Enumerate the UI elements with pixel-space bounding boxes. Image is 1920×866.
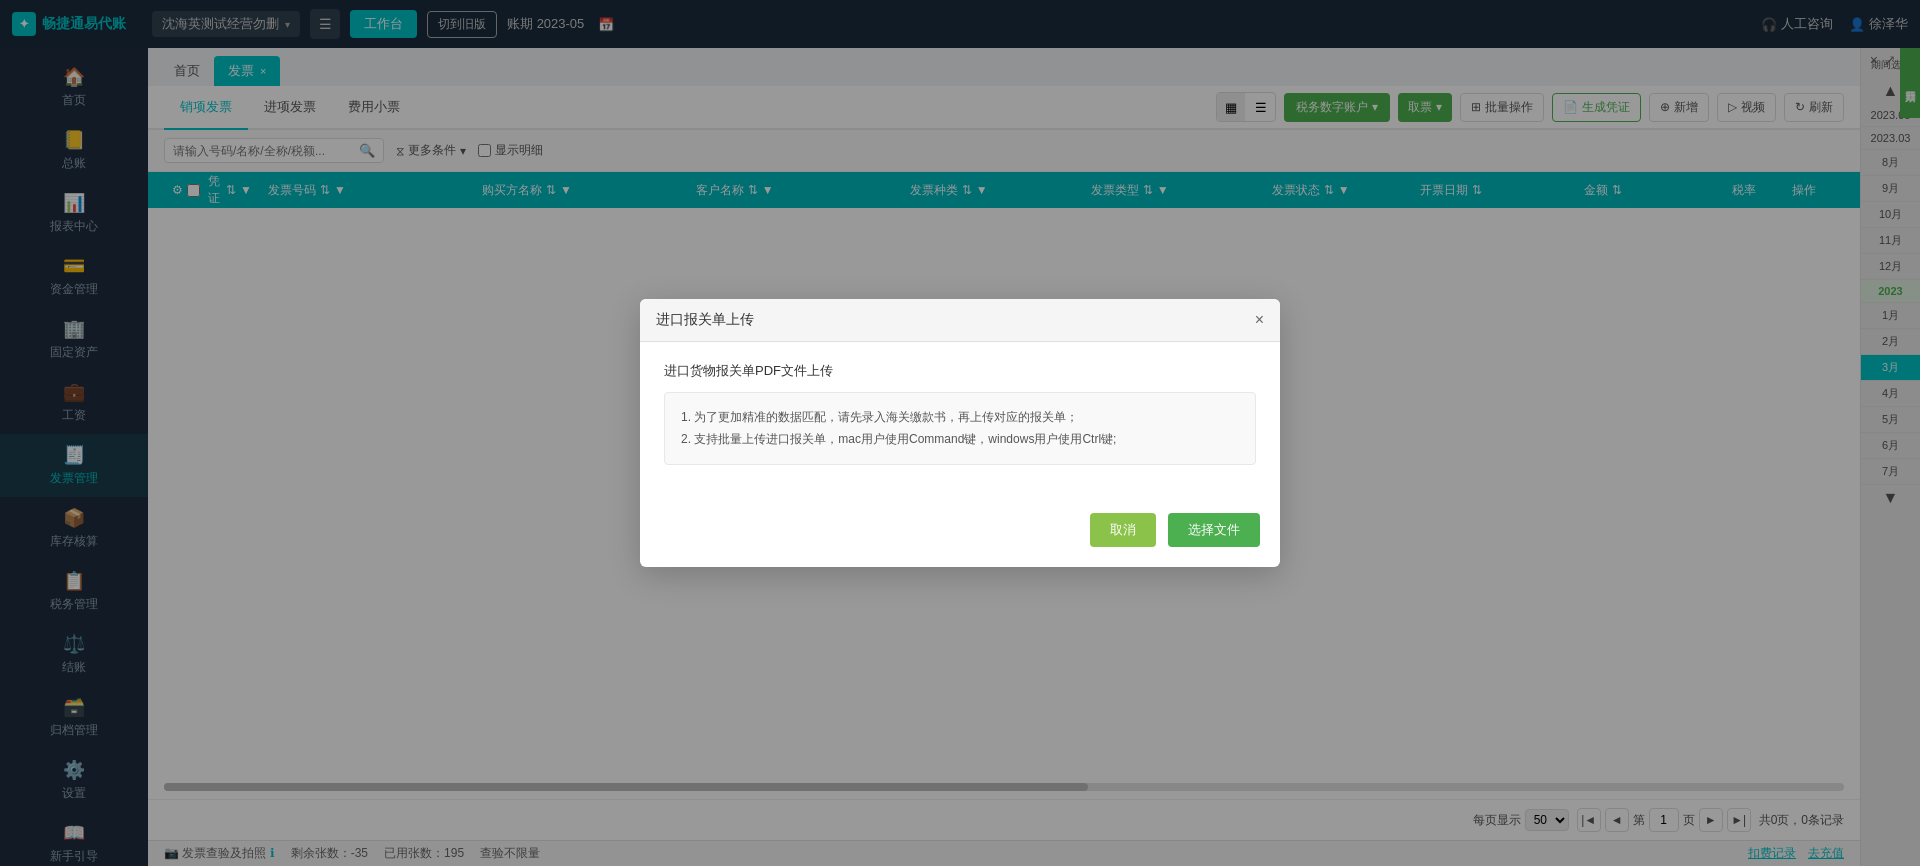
- cancel-button[interactable]: 取消: [1090, 513, 1156, 547]
- modal-footer: 取消 选择文件: [640, 501, 1280, 567]
- modal-title: 进口报关单上传: [656, 311, 754, 329]
- modal-overlay[interactable]: 进口报关单上传 × 进口货物报关单PDF文件上传 1. 为了更加精准的数据匹配，…: [0, 0, 1920, 866]
- modal-section-title: 进口货物报关单PDF文件上传: [664, 362, 1256, 380]
- modal-body: 进口货物报关单PDF文件上传 1. 为了更加精准的数据匹配，请先录入海关缴款书，…: [640, 342, 1280, 501]
- modal-info-item-0: 1. 为了更加精准的数据匹配，请先录入海关缴款书，再上传对应的报关单；: [681, 407, 1239, 429]
- modal-header: 进口报关单上传 ×: [640, 299, 1280, 342]
- choose-file-button[interactable]: 选择文件: [1168, 513, 1260, 547]
- modal-info-box: 1. 为了更加精准的数据匹配，请先录入海关缴款书，再上传对应的报关单； 2. 支…: [664, 392, 1256, 465]
- modal-close-button[interactable]: ×: [1255, 311, 1264, 329]
- modal-dialog: 进口报关单上传 × 进口货物报关单PDF文件上传 1. 为了更加精准的数据匹配，…: [640, 299, 1280, 567]
- modal-info-item-1: 2. 支持批量上传进口报关单，mac用户使用Command键，windows用户…: [681, 429, 1239, 451]
